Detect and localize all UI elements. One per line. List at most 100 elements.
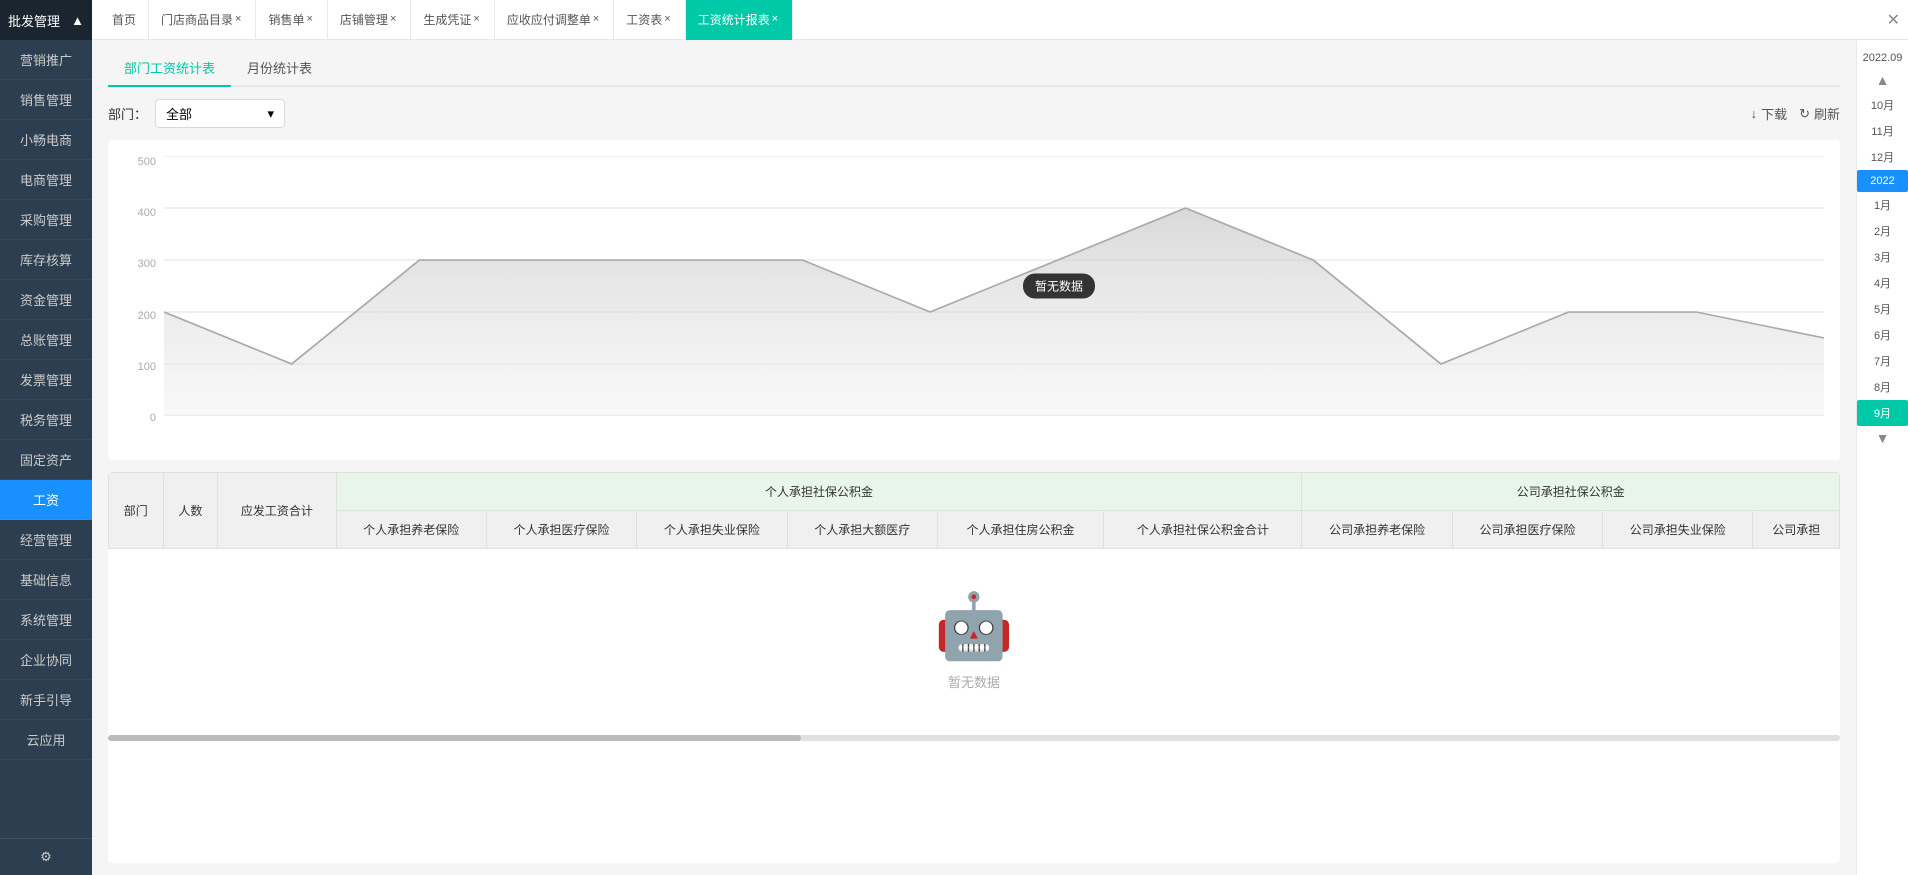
- th-company-group: 公司承担社保公积金: [1302, 473, 1840, 511]
- sidebar-item-总账管理[interactable]: 总账管理: [0, 320, 92, 360]
- tab-4[interactable]: 生成凭证×: [411, 0, 494, 40]
- sub-tab-month[interactable]: 月份统计表: [231, 52, 328, 87]
- tab-0[interactable]: 首页: [100, 0, 149, 40]
- empty-text: 暂无数据: [148, 672, 1800, 691]
- date-sidebar: 2022.09 ▲ 10月 11月 12月 2022 1月 2月 3月 4月 5…: [1856, 40, 1908, 875]
- content-area: 部门工资统计表 月份统计表 部门： 全部 ▾ ↓ 下载: [92, 40, 1908, 875]
- sidebar-item-工资[interactable]: 工资: [0, 480, 92, 520]
- sidebar: 批发管理 ▲ 营销推广销售管理小畅电商电商管理采购管理库存核算资金管理总账管理发…: [0, 0, 92, 875]
- sidebar-item-发票管理[interactable]: 发票管理: [0, 360, 92, 400]
- dept-value: 全部: [166, 104, 192, 123]
- toolbar-left: 部门： 全部 ▾: [108, 99, 285, 128]
- page-content: 部门工资统计表 月份统计表 部门： 全部 ▾ ↓ 下载: [92, 40, 1856, 875]
- tab-5[interactable]: 应收应付调整单×: [495, 0, 614, 40]
- month-dec[interactable]: 12月: [1857, 144, 1908, 170]
- tab-close-3[interactable]: ×: [388, 14, 398, 25]
- settings-icon: ⚙: [40, 849, 52, 864]
- sidebar-item-税务管理[interactable]: 税务管理: [0, 400, 92, 440]
- sidebar-item-资金管理[interactable]: 资金管理: [0, 280, 92, 320]
- th-company-unemploy: 公司承担失业保险: [1603, 511, 1753, 549]
- y-label-300: 300: [138, 258, 156, 270]
- date-nav-up[interactable]: ▲: [1872, 68, 1894, 92]
- data-table: 部门 人数 应发工资合计 个人承担社保公积金 公司承担社保公积金 个人承担养老保…: [108, 472, 1840, 549]
- th-personal-medical: 个人承担医疗保险: [486, 511, 636, 549]
- y-label-100: 100: [138, 361, 156, 373]
- th-count: 人数: [163, 473, 218, 549]
- y-label-400: 400: [138, 207, 156, 219]
- th-personal-group: 个人承担社保公积金: [336, 473, 1302, 511]
- sidebar-title: 批发管理: [8, 11, 60, 30]
- toolbar-right: ↓ 下载 ↻ 刷新: [1751, 104, 1840, 123]
- month-feb[interactable]: 2月: [1857, 218, 1908, 244]
- sidebar-settings-button[interactable]: ⚙: [0, 838, 92, 875]
- date-nav-down[interactable]: ▼: [1872, 426, 1894, 450]
- month-sep-active[interactable]: 9月: [1857, 400, 1908, 426]
- tab-3[interactable]: 店铺管理×: [328, 0, 411, 40]
- sidebar-item-基础信息[interactable]: 基础信息: [0, 560, 92, 600]
- tab-close-4[interactable]: ×: [471, 14, 481, 25]
- y-label-200: 200: [138, 310, 156, 322]
- close-all-tabs-button[interactable]: ✕: [1887, 10, 1900, 30]
- dept-label: 部门：: [108, 104, 147, 123]
- sidebar-item-销售管理[interactable]: 销售管理: [0, 80, 92, 120]
- month-nov[interactable]: 11月: [1857, 118, 1908, 144]
- refresh-button[interactable]: ↻ 刷新: [1799, 104, 1840, 123]
- sidebar-header[interactable]: 批发管理 ▲: [0, 0, 92, 40]
- th-personal-housing: 个人承担住房公积金: [937, 511, 1103, 549]
- sidebar-item-新手引导[interactable]: 新手引导: [0, 680, 92, 720]
- year-2022-label[interactable]: 2022: [1857, 170, 1908, 192]
- sidebar-item-营销推广[interactable]: 营销推广: [0, 40, 92, 80]
- month-aug[interactable]: 8月: [1857, 374, 1908, 400]
- tab-2[interactable]: 销售单×: [256, 0, 327, 40]
- tab-1[interactable]: 门店商品目录×: [149, 0, 256, 40]
- table-empty-state: 🤖 暂无数据: [108, 549, 1840, 731]
- download-button[interactable]: ↓ 下载: [1751, 104, 1788, 123]
- th-personal-critical: 个人承担大额医疗: [787, 511, 937, 549]
- month-may[interactable]: 5月: [1857, 296, 1908, 322]
- horizontal-scrollbar[interactable]: [108, 735, 1840, 741]
- tab-close-6[interactable]: ×: [662, 14, 672, 25]
- tab-close-5[interactable]: ×: [591, 14, 601, 25]
- th-personal-total: 个人承担社保公积金合计: [1104, 511, 1302, 549]
- th-total-salary: 应发工资合计: [218, 473, 336, 549]
- chart-svg: [164, 156, 1824, 416]
- tab-close-7[interactable]: ×: [770, 14, 780, 25]
- tab-6[interactable]: 工资表×: [614, 0, 685, 40]
- scrollbar-thumb[interactable]: [108, 735, 801, 741]
- month-jul[interactable]: 7月: [1857, 348, 1908, 374]
- download-icon: ↓: [1751, 106, 1758, 121]
- sub-tabs: 部门工资统计表 月份统计表: [108, 52, 1840, 87]
- date-sidebar-year-label: 2022.09: [1861, 48, 1905, 68]
- tab-close-2[interactable]: ×: [304, 14, 314, 25]
- th-personal-pension: 个人承担养老保险: [336, 511, 486, 549]
- sub-tab-dept[interactable]: 部门工资统计表: [108, 52, 231, 87]
- month-jun[interactable]: 6月: [1857, 322, 1908, 348]
- sidebar-item-系统管理[interactable]: 系统管理: [0, 600, 92, 640]
- main-area: 首页门店商品目录×销售单×店铺管理×生成凭证×应收应付调整单×工资表×工资统计报…: [92, 0, 1908, 875]
- tab-7[interactable]: 工资统计报表×: [686, 0, 793, 40]
- sidebar-item-电商管理[interactable]: 电商管理: [0, 160, 92, 200]
- month-mar[interactable]: 3月: [1857, 244, 1908, 270]
- sidebar-item-小畅电商[interactable]: 小畅电商: [0, 120, 92, 160]
- sidebar-item-采购管理[interactable]: 采购管理: [0, 200, 92, 240]
- table-section: 部门 人数 应发工资合计 个人承担社保公积金 公司承担社保公积金 个人承担养老保…: [108, 472, 1840, 863]
- sidebar-collapse-icon[interactable]: ▲: [71, 13, 84, 28]
- dept-select[interactable]: 全部 ▾: [155, 99, 285, 128]
- th-company-other: 公司承担: [1753, 511, 1840, 549]
- sidebar-item-云应用[interactable]: 云应用: [0, 720, 92, 760]
- tab-close-1[interactable]: ×: [233, 14, 243, 25]
- chevron-down-icon: ▾: [267, 106, 274, 122]
- sidebar-item-企业协同[interactable]: 企业协同: [0, 640, 92, 680]
- sidebar-item-经营管理[interactable]: 经营管理: [0, 520, 92, 560]
- y-label-500: 500: [138, 156, 156, 168]
- chart-container: 500 400 300 200 100 0: [108, 140, 1840, 460]
- tabs-bar: 首页门店商品目录×销售单×店铺管理×生成凭证×应收应付调整单×工资表×工资统计报…: [92, 0, 1908, 40]
- table-wrapper[interactable]: 部门 人数 应发工资合计 个人承担社保公积金 公司承担社保公积金 个人承担养老保…: [108, 472, 1840, 731]
- month-oct[interactable]: 10月: [1857, 92, 1908, 118]
- th-company-pension: 公司承担养老保险: [1302, 511, 1452, 549]
- month-apr[interactable]: 4月: [1857, 270, 1908, 296]
- chart-tooltip: 暂无数据: [1023, 273, 1095, 298]
- sidebar-item-固定资产[interactable]: 固定资产: [0, 440, 92, 480]
- sidebar-item-库存核算[interactable]: 库存核算: [0, 240, 92, 280]
- month-jan[interactable]: 1月: [1857, 192, 1908, 218]
